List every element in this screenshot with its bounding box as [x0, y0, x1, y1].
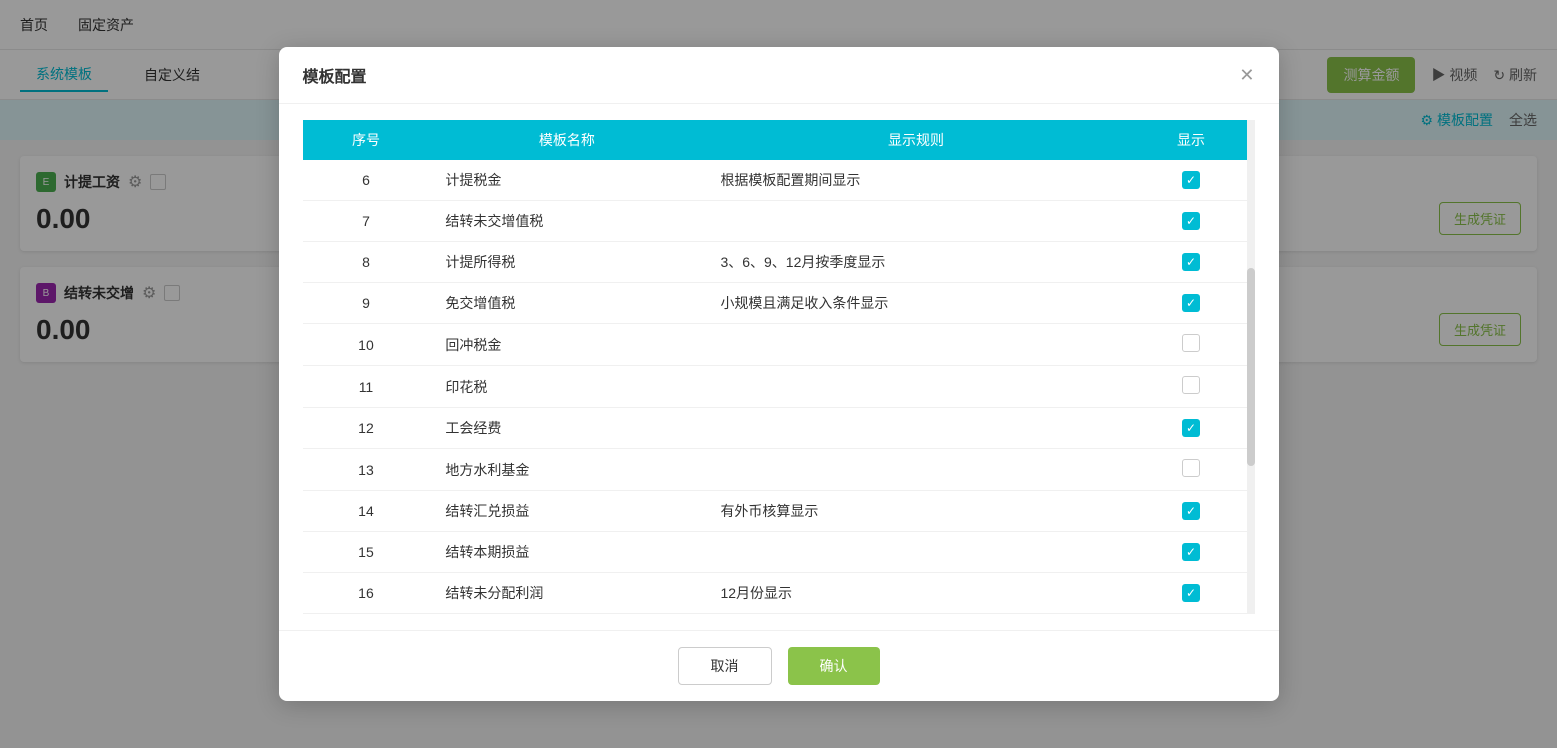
cell-index: 11 [303, 366, 430, 408]
cell-rule [704, 324, 1127, 366]
cell-index: 14 [303, 491, 430, 532]
dialog-footer: 取消 确认 [279, 630, 1279, 701]
cell-show[interactable] [1128, 201, 1255, 242]
cell-show[interactable] [1128, 573, 1255, 614]
cell-show[interactable] [1128, 242, 1255, 283]
cell-rule: 12月份显示 [704, 573, 1127, 614]
cell-name: 结转未分配利润 [429, 573, 704, 614]
cell-rule [704, 532, 1127, 573]
show-checkbox[interactable] [1182, 253, 1200, 271]
cell-show[interactable] [1128, 160, 1255, 201]
cell-index: 15 [303, 532, 430, 573]
cell-show[interactable] [1128, 324, 1255, 366]
table-wrapper: 序号 模板名称 显示规则 显示 6计提税金根据模板配置期间显示7结转未交增值税8… [303, 120, 1255, 614]
template-config-dialog: 模板配置 ✕ 序号 模板名称 显示规则 显示 6计提税金根据模板配置期间显 [279, 47, 1279, 701]
table-row: 9免交增值税小规模且满足收入条件显示 [303, 283, 1255, 324]
col-name: 模板名称 [429, 120, 704, 160]
cell-rule [704, 449, 1127, 491]
cancel-button[interactable]: 取消 [678, 647, 772, 685]
cell-index: 10 [303, 324, 430, 366]
cell-name: 结转本期损益 [429, 532, 704, 573]
col-show: 显示 [1128, 120, 1255, 160]
table-row: 7结转未交增值税 [303, 201, 1255, 242]
show-checkbox[interactable] [1182, 294, 1200, 312]
cell-index: 16 [303, 573, 430, 614]
dialog-body: 序号 模板名称 显示规则 显示 6计提税金根据模板配置期间显示7结转未交增值税8… [279, 104, 1279, 630]
show-checkbox[interactable] [1182, 584, 1200, 602]
table-row: 13地方水利基金 [303, 449, 1255, 491]
cell-name: 回冲税金 [429, 324, 704, 366]
cell-show[interactable] [1128, 449, 1255, 491]
cell-rule: 小规模且满足收入条件显示 [704, 283, 1127, 324]
cell-name: 结转未交增值税 [429, 201, 704, 242]
cell-name: 计提税金 [429, 160, 704, 201]
cell-rule: 有外币核算显示 [704, 491, 1127, 532]
show-checkbox[interactable] [1182, 334, 1200, 352]
config-table: 序号 模板名称 显示规则 显示 6计提税金根据模板配置期间显示7结转未交增值税8… [303, 120, 1255, 614]
table-row: 8计提所得税3、6、9、12月按季度显示 [303, 242, 1255, 283]
table-body: 6计提税金根据模板配置期间显示7结转未交增值税8计提所得税3、6、9、12月按季… [303, 160, 1255, 614]
cell-show[interactable] [1128, 283, 1255, 324]
confirm-button[interactable]: 确认 [788, 647, 880, 685]
cell-name: 免交增值税 [429, 283, 704, 324]
table-row: 14结转汇兑损益有外币核算显示 [303, 491, 1255, 532]
dialog-header: 模板配置 ✕ [279, 47, 1279, 104]
cell-name: 印花税 [429, 366, 704, 408]
modal-overlay: 模板配置 ✕ 序号 模板名称 显示规则 显示 6计提税金根据模板配置期间显 [0, 0, 1557, 748]
cell-rule [704, 366, 1127, 408]
dialog-close-button[interactable]: ✕ [1239, 66, 1254, 84]
scrollbar-thumb[interactable] [1247, 268, 1255, 466]
cell-show[interactable] [1128, 532, 1255, 573]
dialog-title: 模板配置 [303, 63, 367, 87]
scrollbar-track[interactable] [1247, 120, 1255, 614]
cell-name: 地方水利基金 [429, 449, 704, 491]
show-checkbox[interactable] [1182, 419, 1200, 437]
cell-name: 结转汇兑损益 [429, 491, 704, 532]
cell-rule [704, 408, 1127, 449]
col-rule: 显示规则 [704, 120, 1127, 160]
cell-name: 计提所得税 [429, 242, 704, 283]
cell-show[interactable] [1128, 366, 1255, 408]
show-checkbox[interactable] [1182, 171, 1200, 189]
table-row: 12工会经费 [303, 408, 1255, 449]
cell-show[interactable] [1128, 408, 1255, 449]
cell-index: 13 [303, 449, 430, 491]
table-row: 15结转本期损益 [303, 532, 1255, 573]
show-checkbox[interactable] [1182, 459, 1200, 477]
table-row: 16结转未分配利润12月份显示 [303, 573, 1255, 614]
cell-index: 6 [303, 160, 430, 201]
col-index: 序号 [303, 120, 430, 160]
table-row: 10回冲税金 [303, 324, 1255, 366]
table-row: 11印花税 [303, 366, 1255, 408]
cell-index: 12 [303, 408, 430, 449]
show-checkbox[interactable] [1182, 502, 1200, 520]
cell-show[interactable] [1128, 491, 1255, 532]
show-checkbox[interactable] [1182, 212, 1200, 230]
cell-rule [704, 201, 1127, 242]
table-header: 序号 模板名称 显示规则 显示 [303, 120, 1255, 160]
cell-index: 8 [303, 242, 430, 283]
show-checkbox[interactable] [1182, 543, 1200, 561]
cell-rule: 3、6、9、12月按季度显示 [704, 242, 1127, 283]
show-checkbox[interactable] [1182, 376, 1200, 394]
cell-name: 工会经费 [429, 408, 704, 449]
cell-index: 7 [303, 201, 430, 242]
table-row: 6计提税金根据模板配置期间显示 [303, 160, 1255, 201]
cell-index: 9 [303, 283, 430, 324]
cell-rule: 根据模板配置期间显示 [704, 160, 1127, 201]
